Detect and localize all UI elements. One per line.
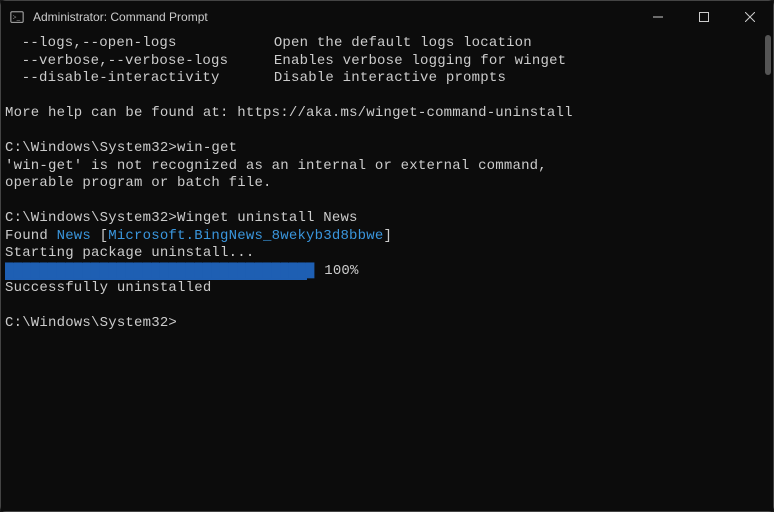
window-controls xyxy=(635,1,773,33)
help-prefix: More help can be found at: xyxy=(5,105,237,121)
blank-line xyxy=(5,298,769,316)
prompt-command: win-get xyxy=(177,140,237,156)
blank-line xyxy=(5,123,769,141)
progress-percent: 100% xyxy=(324,263,358,279)
titlebar-left: >_ Administrator: Command Prompt xyxy=(9,9,208,25)
option-flags: --disable-interactivity xyxy=(22,70,274,88)
option-line: --disable-interactivityDisable interacti… xyxy=(5,70,769,88)
minimize-button[interactable] xyxy=(635,1,681,33)
error-line: operable program or batch file. xyxy=(5,175,769,193)
option-desc: Open the default logs location xyxy=(274,35,532,51)
bracket-open: [ xyxy=(91,228,108,244)
svg-text:>_: >_ xyxy=(13,14,21,22)
blank-line xyxy=(5,88,769,106)
found-prefix: Found xyxy=(5,228,57,244)
cmd-icon: >_ xyxy=(9,9,25,25)
prompt-path: C:\Windows\System32> xyxy=(5,315,177,331)
found-name: News xyxy=(57,228,91,244)
prompt-path: C:\Windows\System32> xyxy=(5,210,177,226)
option-flags: --verbose,--verbose-logs xyxy=(22,53,274,71)
error-line: 'win-get' is not recognized as an intern… xyxy=(5,158,769,176)
success-line: Successfully uninstalled xyxy=(5,280,769,298)
scrollbar-thumb[interactable] xyxy=(765,35,771,75)
option-desc: Disable interactive prompts xyxy=(274,70,506,86)
prompt-path: C:\Windows\System32> xyxy=(5,140,177,156)
option-line: --verbose,--verbose-logsEnables verbose … xyxy=(5,53,769,71)
prompt-line: C:\Windows\System32>Winget uninstall New… xyxy=(5,210,769,228)
progress-line: ████████████████████████████████████ 100% xyxy=(5,263,769,281)
found-id: Microsoft.BingNews_8wekyb3d8bbwe xyxy=(108,228,383,244)
option-desc: Enables verbose logging for winget xyxy=(274,53,566,69)
close-button[interactable] xyxy=(727,1,773,33)
starting-line: Starting package uninstall... xyxy=(5,245,769,263)
prompt-line: C:\Windows\System32>win-get xyxy=(5,140,769,158)
option-flags: --logs,--open-logs xyxy=(22,35,274,53)
option-line: --logs,--open-logsOpen the default logs … xyxy=(5,35,769,53)
window-title: Administrator: Command Prompt xyxy=(33,10,208,24)
bracket-close: ] xyxy=(383,228,392,244)
blank-line xyxy=(5,193,769,211)
window-titlebar: >_ Administrator: Command Prompt xyxy=(1,1,773,33)
prompt-command: Winget uninstall News xyxy=(177,210,358,226)
terminal-output[interactable]: --logs,--open-logsOpen the default logs … xyxy=(1,33,773,511)
help-line: More help can be found at: https://aka.m… xyxy=(5,105,769,123)
prompt-line: C:\Windows\System32> xyxy=(5,315,769,333)
maximize-button[interactable] xyxy=(681,1,727,33)
cursor xyxy=(177,316,185,331)
progress-bar: ████████████████████████████████████ xyxy=(5,263,307,281)
found-line: Found News [Microsoft.BingNews_8wekyb3d8… xyxy=(5,228,769,246)
help-url: https://aka.ms/winget-command-uninstall xyxy=(237,105,572,121)
